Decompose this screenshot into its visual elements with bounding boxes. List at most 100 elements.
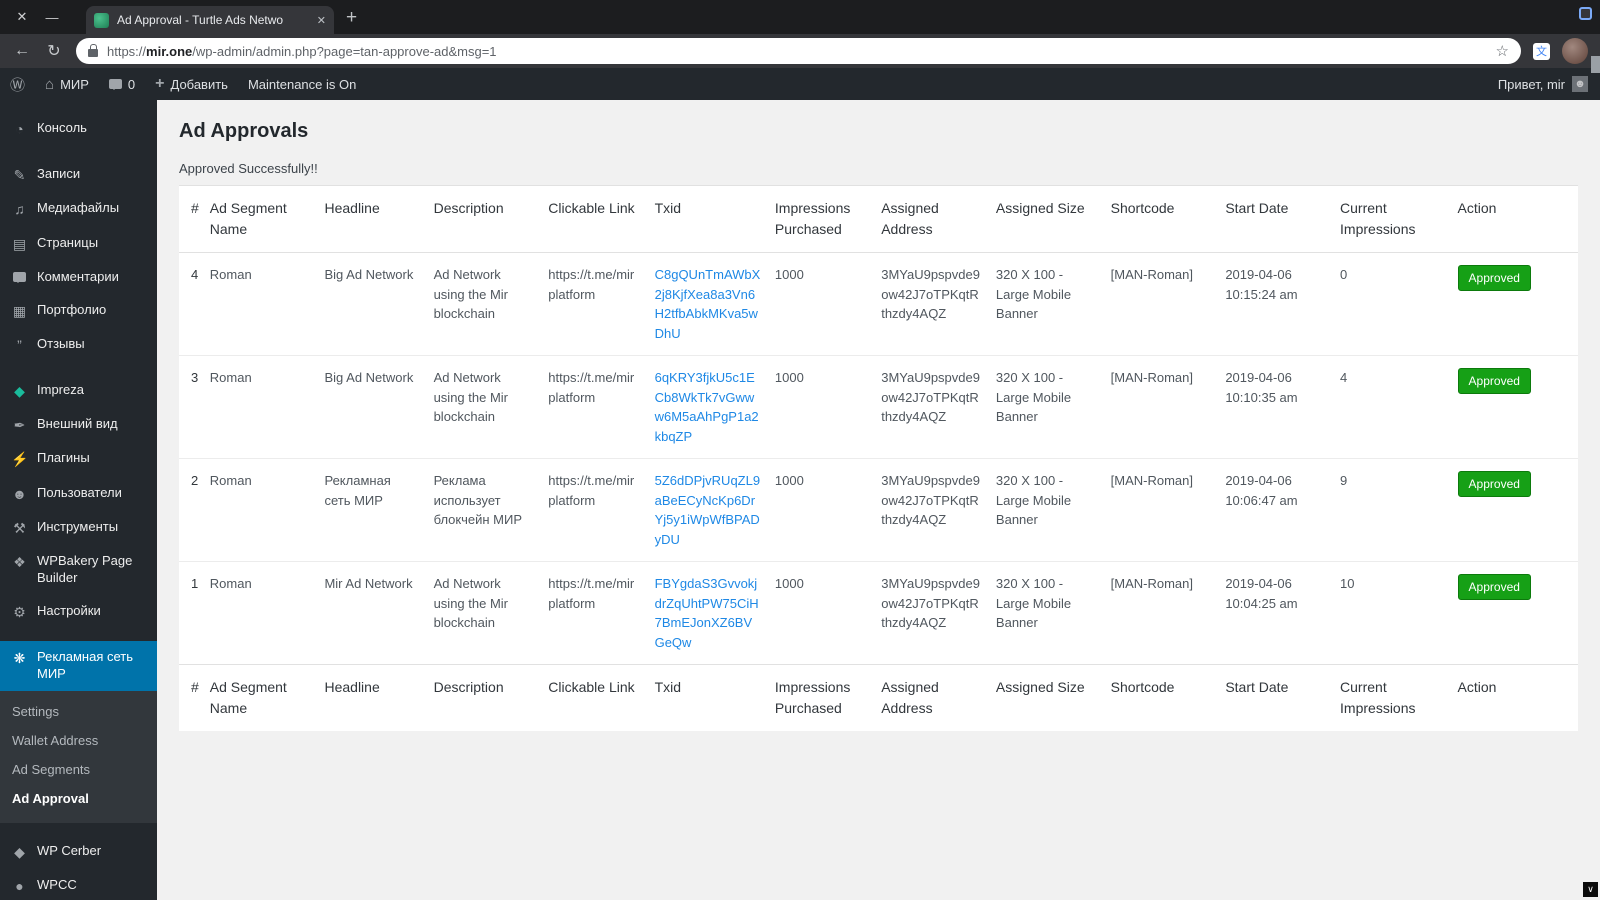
cell-link: https://t.me/mirplatform (548, 267, 635, 302)
submenu-item-ad-approval[interactable]: Ad Approval (0, 784, 157, 813)
sidebar-item-wpbakery[interactable]: ❖ WPBakery Page Builder (0, 545, 157, 595)
new-tab-button[interactable]: + (346, 8, 357, 27)
sidebar-item-dashboard[interactable]: ◔ Консоль (0, 112, 157, 146)
comments-menu[interactable]: 0 (99, 68, 145, 100)
cell-number: 2 (191, 473, 199, 488)
sidebar-item-comments[interactable]: Комментарии (0, 261, 157, 294)
reload-icon[interactable]: ↻ (44, 41, 64, 61)
sidebar-item-wp-cerber[interactable]: ◆ WP Cerber (0, 835, 157, 869)
sidebar-item-posts[interactable]: ✎ Записи (0, 158, 157, 192)
site-menu[interactable]: ⌂ МИР (35, 68, 99, 100)
col-headline: Headline (324, 185, 434, 253)
sidebar-item-settings[interactable]: ⚙ Настройки (0, 595, 157, 629)
comments-bubble-icon (108, 79, 122, 90)
cell-link: https://t.me/mirplatform (548, 473, 635, 508)
window-minimize-icon[interactable]: — (44, 10, 60, 25)
cell-shortcode: [MAN-Roman] (1110, 370, 1193, 385)
cell-size: 320 X 100 - Large Mobile Banner (995, 267, 1072, 321)
approved-button[interactable]: Approved (1457, 574, 1531, 600)
menu-separator (0, 146, 157, 158)
url-path: /wp-admin/admin.php?page=tan-approve-ad&… (192, 43, 497, 59)
sidebar-item-label: Рекламная сеть МИР (37, 648, 134, 681)
sidebar-item-label: Отзывы (37, 335, 85, 351)
comments-icon (13, 271, 26, 283)
sidebar-item-impreza[interactable]: ◆ Impreza (0, 374, 157, 408)
tab-close-icon[interactable]: ✕ (317, 14, 326, 27)
cell-start-date: 2019-04-06 10:10:35 am (1225, 370, 1298, 405)
cell-number: 3 (191, 370, 199, 385)
cell-description: Ad Network using the Mir blockchain (433, 267, 508, 321)
cell-action: Approved (1457, 356, 1578, 459)
col-description: Description (433, 185, 549, 253)
cell-current: 9 (1340, 473, 1348, 488)
bookmark-star-icon[interactable]: ☆ (1496, 42, 1509, 60)
sidebar-item-tools[interactable]: ⚒ Инструменты (0, 511, 157, 545)
cell-action: Approved (1457, 562, 1578, 665)
admin-sidebar: ◔ Консоль ✎ Записи ♫ Медиафайлы ▤ Страницы К… (0, 100, 157, 900)
txid-link[interactable]: 5Z6dDPjvRUqZL9aBeECyNcKp6DrYj5y1iWpWfBPA… (655, 473, 761, 547)
window-maximize-icon[interactable] (1579, 7, 1592, 20)
window-close-icon[interactable]: ✕ (14, 9, 30, 25)
padlock-icon[interactable] (88, 44, 98, 57)
sidebar-item-appearance[interactable]: ✒ Внешний вид (0, 408, 157, 442)
cell-description: Ad Network using the Mir blockchain (433, 576, 508, 630)
cell-current: 0 (1340, 267, 1348, 282)
scrollbar-thumb[interactable] (1591, 56, 1600, 73)
sidebar-item-wpcc[interactable]: ● WPCC (0, 869, 157, 900)
account-menu[interactable]: Привет, mir ☻ (1498, 76, 1600, 92)
cell-segment: Roman (209, 576, 252, 591)
browser-tab[interactable]: Ad Approval - Turtle Ads Netwo ✕ (86, 6, 334, 34)
txid-link[interactable]: 6qKRY3fjkU5c1ECb8WkTk7vGwww6M5aAhPgP1a2k… (655, 370, 759, 444)
sidebar-item-label: Плагины (37, 450, 90, 466)
sidebar-item-label: Портфолио (37, 301, 107, 317)
submenu-item-settings[interactable]: Settings (0, 697, 157, 726)
wpbakery-icon: ❖ (13, 553, 26, 570)
back-icon[interactable]: ← (12, 42, 32, 60)
sidebar-item-pages[interactable]: ▤ Страницы (0, 227, 157, 261)
add-new-menu[interactable]: + Добавить (145, 68, 238, 100)
approved-button[interactable]: Approved (1457, 265, 1531, 291)
translate-icon[interactable]: 文 (1533, 42, 1550, 60)
cell-headline: Mir Ad Network (324, 576, 413, 591)
col-action: Action (1457, 185, 1578, 253)
shield-icon: ◆ (14, 843, 25, 860)
maintenance-status[interactable]: Maintenance is On (238, 68, 366, 100)
maintenance-label: Maintenance is On (247, 76, 357, 92)
sidebar-item-label: Инструменты (37, 518, 119, 534)
submenu-item-ad-segments[interactable]: Ad Segments (0, 755, 157, 784)
sidebar-item-ad-network[interactable]: ❋ Рекламная сеть МИР (0, 640, 157, 691)
txid-link[interactable]: FBYgdaS3GvvokjdrZqUhtPW75CiH7BmEJonXZ6BV… (655, 576, 759, 650)
comments-count: 0 (127, 76, 136, 92)
col-segment: Ad Segment Name (209, 185, 325, 253)
col-shortcode: Shortcode (1110, 185, 1226, 253)
col-txid: Txid (654, 664, 775, 731)
submenu-item-wallet-address[interactable]: Wallet Address (0, 726, 157, 755)
sidebar-item-label: WPBakery Page Builder (37, 552, 133, 585)
cell-size: 320 X 100 - Large Mobile Banner (995, 576, 1072, 630)
sidebar-item-label: Настройки (37, 602, 101, 618)
sidebar-item-label: Записи (37, 166, 81, 182)
wp-logo-menu[interactable]: Ⓦ (0, 68, 35, 100)
sidebar-item-testimonials[interactable]: ” Отзывы (0, 328, 157, 362)
approved-button[interactable]: Approved (1457, 471, 1531, 497)
txid-link[interactable]: C8gQUnTmAWbX2j8KjfXea8a3Vn6H2tfbAbkMKva5… (655, 267, 761, 341)
approved-button[interactable]: Approved (1457, 368, 1531, 394)
table-row: 4 Roman Big Ad Network Ad Network using … (179, 253, 1578, 356)
home-icon: ⌂ (45, 75, 55, 93)
sidebar-item-label: Консоль (37, 120, 87, 135)
cell-headline: Рекламная сеть МИР (324, 473, 391, 508)
sidebar-item-users[interactable]: ☻ Пользователи (0, 477, 157, 511)
col-size: Assigned Size (995, 185, 1111, 253)
sidebar-item-plugins[interactable]: ⚡ Плагины (0, 442, 157, 476)
cell-number: 1 (191, 576, 199, 591)
sidebar-item-portfolio[interactable]: ▦ Портфолио (0, 294, 157, 328)
url-field[interactable]: https://mir.one/wp-admin/admin.php?page=… (76, 38, 1521, 64)
scroll-down-button[interactable]: ∨ (1583, 882, 1598, 897)
table-row: 1 Roman Mir Ad Network Ad Network using … (179, 562, 1578, 665)
sidebar-item-media[interactable]: ♫ Медиафайлы (0, 192, 157, 226)
profile-avatar[interactable] (1562, 38, 1588, 64)
cell-shortcode: [MAN-Roman] (1110, 576, 1193, 591)
col-address: Assigned Address (881, 664, 996, 731)
cell-txid: 6qKRY3fjkU5c1ECb8WkTk7vGwww6M5aAhPgP1a2k… (655, 356, 775, 459)
users-icon: ☻ (12, 485, 27, 502)
